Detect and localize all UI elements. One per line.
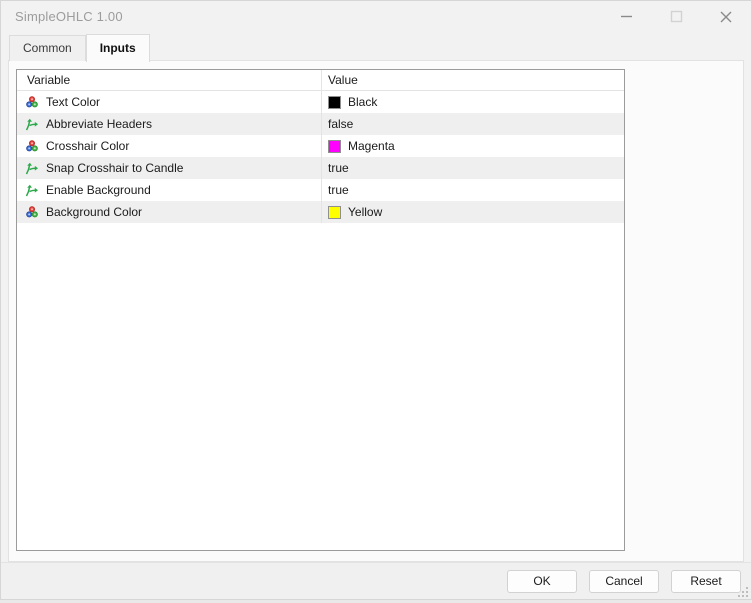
color-wheel-icon: [24, 205, 39, 220]
variable-name: Background Color: [46, 205, 143, 219]
input-parameter-icon: [24, 161, 39, 176]
table-row[interactable]: Abbreviate Headers false: [17, 113, 624, 135]
value-cell[interactable]: Black: [322, 91, 624, 113]
value-text: true: [328, 161, 349, 175]
table-row[interactable]: Text Color Black: [17, 91, 624, 113]
value-cell[interactable]: true: [322, 157, 624, 179]
close-icon: [719, 10, 733, 24]
variable-name: Crosshair Color: [46, 139, 130, 153]
color-swatch: [328, 205, 341, 219]
value-cell[interactable]: true: [322, 179, 624, 201]
value-cell[interactable]: Magenta: [322, 135, 624, 157]
table-rows: Text Color Black Abbreviate Headers fals…: [17, 91, 624, 223]
tab-inputs[interactable]: Inputs: [85, 34, 150, 62]
tab-common[interactable]: Common: [9, 35, 86, 61]
resize-grip-icon[interactable]: [737, 585, 749, 597]
table-header: Variable Value: [17, 70, 624, 91]
value-cell[interactable]: Yellow: [322, 201, 624, 223]
caption-buttons: [601, 1, 751, 32]
indicator-properties-dialog: SimpleOHLC 1.00 Common Inputs Variable V…: [0, 0, 752, 600]
value-text: Yellow: [348, 205, 383, 219]
variable-name: Snap Crosshair to Candle: [46, 161, 184, 175]
ok-button[interactable]: OK: [507, 569, 577, 593]
maximize-icon: [670, 10, 683, 23]
value-text: Black: [348, 95, 378, 109]
column-header-variable[interactable]: Variable: [17, 70, 322, 90]
table-row[interactable]: Snap Crosshair to Candle true: [17, 157, 624, 179]
value-cell[interactable]: false: [322, 113, 624, 135]
minimize-icon: [620, 10, 633, 23]
table-row[interactable]: Crosshair Color Magenta: [17, 135, 624, 157]
color-swatch: [328, 139, 341, 153]
value-text: false: [328, 117, 354, 131]
column-header-value[interactable]: Value: [322, 70, 624, 90]
table-row[interactable]: Enable Background true: [17, 179, 624, 201]
table-row[interactable]: Background Color Yellow: [17, 201, 624, 223]
reset-button[interactable]: Reset: [671, 569, 741, 593]
minimize-button[interactable]: [601, 1, 651, 32]
footer-bar: OK Cancel Reset: [1, 562, 751, 599]
value-text: true: [328, 183, 349, 197]
color-wheel-icon: [24, 95, 39, 110]
parameters-table[interactable]: Variable Value Text Color Black Abbrevia…: [16, 69, 625, 551]
cancel-button[interactable]: Cancel: [589, 569, 659, 593]
variable-name: Enable Background: [46, 183, 151, 197]
input-parameter-icon: [24, 117, 39, 132]
maximize-button[interactable]: [651, 1, 701, 32]
inputs-tab-page: Variable Value Text Color Black Abbrevia…: [8, 60, 744, 562]
tab-strip: Common Inputs: [9, 34, 743, 62]
color-wheel-icon: [24, 139, 39, 154]
titlebar[interactable]: SimpleOHLC 1.00: [1, 1, 751, 32]
color-swatch: [328, 95, 341, 109]
variable-name: Abbreviate Headers: [46, 117, 153, 131]
input-parameter-icon: [24, 183, 39, 198]
value-text: Magenta: [348, 139, 395, 153]
window-title: SimpleOHLC 1.00: [15, 9, 123, 24]
close-button[interactable]: [701, 1, 751, 32]
variable-name: Text Color: [46, 95, 101, 109]
